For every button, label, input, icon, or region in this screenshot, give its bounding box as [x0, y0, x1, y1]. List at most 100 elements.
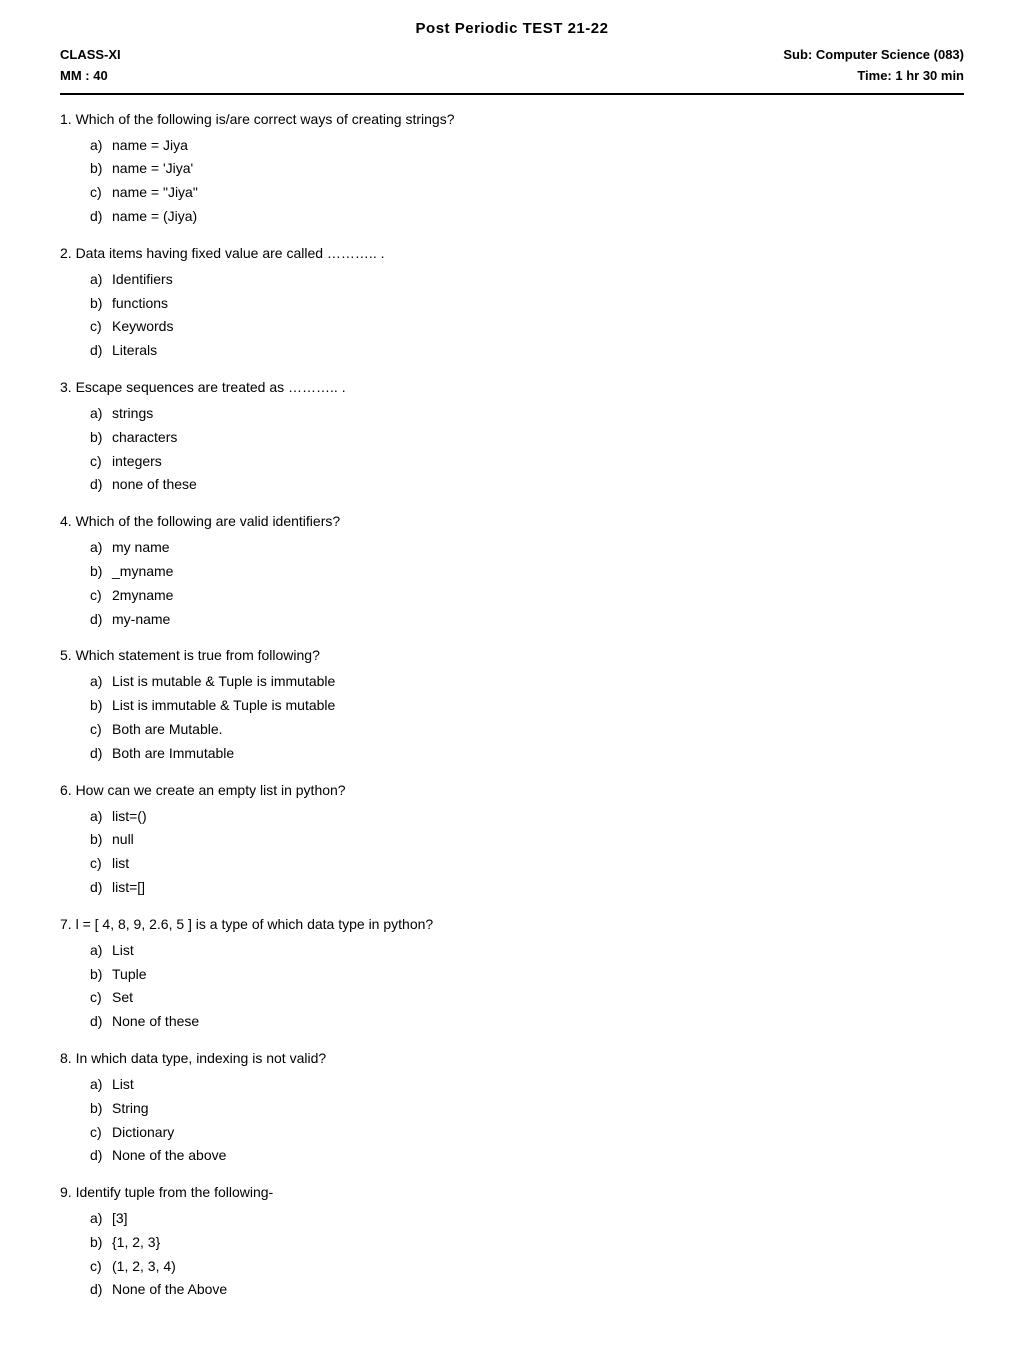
question-2-option-3: c)Keywords	[90, 315, 964, 339]
question-3-option-2: b)characters	[90, 426, 964, 450]
option-text: List is mutable & Tuple is immutable	[112, 670, 335, 694]
option-text: None of these	[112, 1010, 199, 1034]
question-8-option-2: b)String	[90, 1097, 964, 1121]
question-4-option-3: c)2myname	[90, 584, 964, 608]
questions-container: 1. Which of the following is/are correct…	[60, 109, 964, 1303]
option-text: my-name	[112, 608, 170, 632]
option-text: [3]	[112, 1207, 128, 1231]
option-text: Literals	[112, 339, 157, 363]
option-text: null	[112, 828, 134, 852]
option-label: c)	[90, 986, 106, 1010]
option-label: b)	[90, 426, 106, 450]
option-text: none of these	[112, 473, 197, 497]
option-label: a)	[90, 402, 106, 426]
option-label: c)	[90, 1255, 106, 1279]
question-3: 3. Escape sequences are treated as ………..…	[60, 377, 964, 497]
question-5-option-4: d)Both are Immutable	[90, 742, 964, 766]
option-text: integers	[112, 450, 162, 474]
option-label: a)	[90, 134, 106, 158]
option-label: d)	[90, 473, 106, 497]
option-text: list	[112, 852, 129, 876]
question-3-options: a)stringsb)charactersc)integersd)none of…	[60, 402, 964, 497]
option-label: c)	[90, 315, 106, 339]
question-9: 9. Identify tuple from the following-a)[…	[60, 1182, 964, 1302]
question-8-text: 8. In which data type, indexing is not v…	[60, 1048, 964, 1069]
option-label: d)	[90, 1010, 106, 1034]
option-text: list=[]	[112, 876, 145, 900]
option-text: strings	[112, 402, 153, 426]
question-2-option-2: b)functions	[90, 292, 964, 316]
question-1: 1. Which of the following is/are correct…	[60, 109, 964, 229]
option-label: c)	[90, 718, 106, 742]
subject-label: Sub: Computer Science (083)	[783, 45, 964, 66]
question-9-option-4: d)None of the Above	[90, 1278, 964, 1302]
question-6: 6. How can we create an empty list in py…	[60, 780, 964, 900]
question-1-option-4: d)name = (Jiya)	[90, 205, 964, 229]
option-label: a)	[90, 670, 106, 694]
option-label: b)	[90, 1231, 106, 1255]
question-1-option-1: a)name = Jiya	[90, 134, 964, 158]
option-text: List is immutable & Tuple is mutable	[112, 694, 335, 718]
option-text: name = (Jiya)	[112, 205, 197, 229]
question-9-option-3: c)(1, 2, 3, 4)	[90, 1255, 964, 1279]
option-text: Set	[112, 986, 133, 1010]
option-label: a)	[90, 1207, 106, 1231]
option-label: b)	[90, 1097, 106, 1121]
question-6-text: 6. How can we create an empty list in py…	[60, 780, 964, 801]
option-label: d)	[90, 1278, 106, 1302]
question-3-option-3: c)integers	[90, 450, 964, 474]
question-4-options: a)my nameb)_mynamec)2mynamed)my-name	[60, 536, 964, 631]
question-8-options: a)Listb)Stringc)Dictionaryd)None of the …	[60, 1073, 964, 1168]
question-9-option-1: a) [3]	[90, 1207, 964, 1231]
question-5: 5. Which statement is true from followin…	[60, 645, 964, 765]
option-text: _myname	[112, 560, 173, 584]
option-label: a)	[90, 268, 106, 292]
question-7-text: 7. l = [ 4, 8, 9, 2.6, 5 ] is a type of …	[60, 914, 964, 935]
question-1-text: 1. Which of the following is/are correct…	[60, 109, 964, 130]
option-label: a)	[90, 536, 106, 560]
option-text: Keywords	[112, 315, 173, 339]
question-3-text: 3. Escape sequences are treated as ………..…	[60, 377, 964, 398]
option-label: b)	[90, 694, 106, 718]
question-3-option-1: a)strings	[90, 402, 964, 426]
option-text: my name	[112, 536, 170, 560]
option-label: c)	[90, 584, 106, 608]
option-label: a)	[90, 1073, 106, 1097]
option-text: List	[112, 1073, 134, 1097]
option-text: String	[112, 1097, 149, 1121]
option-text: name = Jiya	[112, 134, 188, 158]
question-4-text: 4. Which of the following are valid iden…	[60, 511, 964, 532]
question-4-option-2: b)_myname	[90, 560, 964, 584]
option-label: c)	[90, 1121, 106, 1145]
header-right: Sub: Computer Science (083) Time: 1 hr 3…	[783, 45, 964, 87]
question-9-options: a)[3]b){1, 2, 3}c)(1, 2, 3, 4)d)None of …	[60, 1207, 964, 1302]
question-8-option-4: d)None of the above	[90, 1144, 964, 1168]
option-label: c)	[90, 450, 106, 474]
question-8: 8. In which data type, indexing is not v…	[60, 1048, 964, 1168]
question-3-option-4: d)none of these	[90, 473, 964, 497]
question-2-options: a)Identifiersb)functionsc)Keywordsd)Lite…	[60, 268, 964, 363]
option-text: name = 'Jiya'	[112, 157, 193, 181]
question-6-option-4: d)list=[]	[90, 876, 964, 900]
option-label: d)	[90, 742, 106, 766]
question-6-options: a)list=()b)nullc)listd)list=[]	[60, 805, 964, 900]
option-text: List	[112, 939, 134, 963]
question-9-text: 9. Identify tuple from the following-	[60, 1182, 964, 1203]
question-7-option-3: c) Set	[90, 986, 964, 1010]
option-label: d)	[90, 876, 106, 900]
option-label: c)	[90, 852, 106, 876]
header-divider	[60, 93, 964, 95]
option-text: characters	[112, 426, 177, 450]
option-label: a)	[90, 805, 106, 829]
option-label: b)	[90, 963, 106, 987]
question-6-option-1: a)list=()	[90, 805, 964, 829]
question-4: 4. Which of the following are valid iden…	[60, 511, 964, 631]
option-label: c)	[90, 181, 106, 205]
option-text: None of the Above	[112, 1278, 227, 1302]
question-1-options: a)name = Jiyab)name = 'Jiya'c)name = "Ji…	[60, 134, 964, 229]
time-label: Time: 1 hr 30 min	[783, 66, 964, 87]
option-label: b)	[90, 828, 106, 852]
option-label: d)	[90, 1144, 106, 1168]
question-5-text: 5. Which statement is true from followin…	[60, 645, 964, 666]
question-2-option-4: d)Literals	[90, 339, 964, 363]
